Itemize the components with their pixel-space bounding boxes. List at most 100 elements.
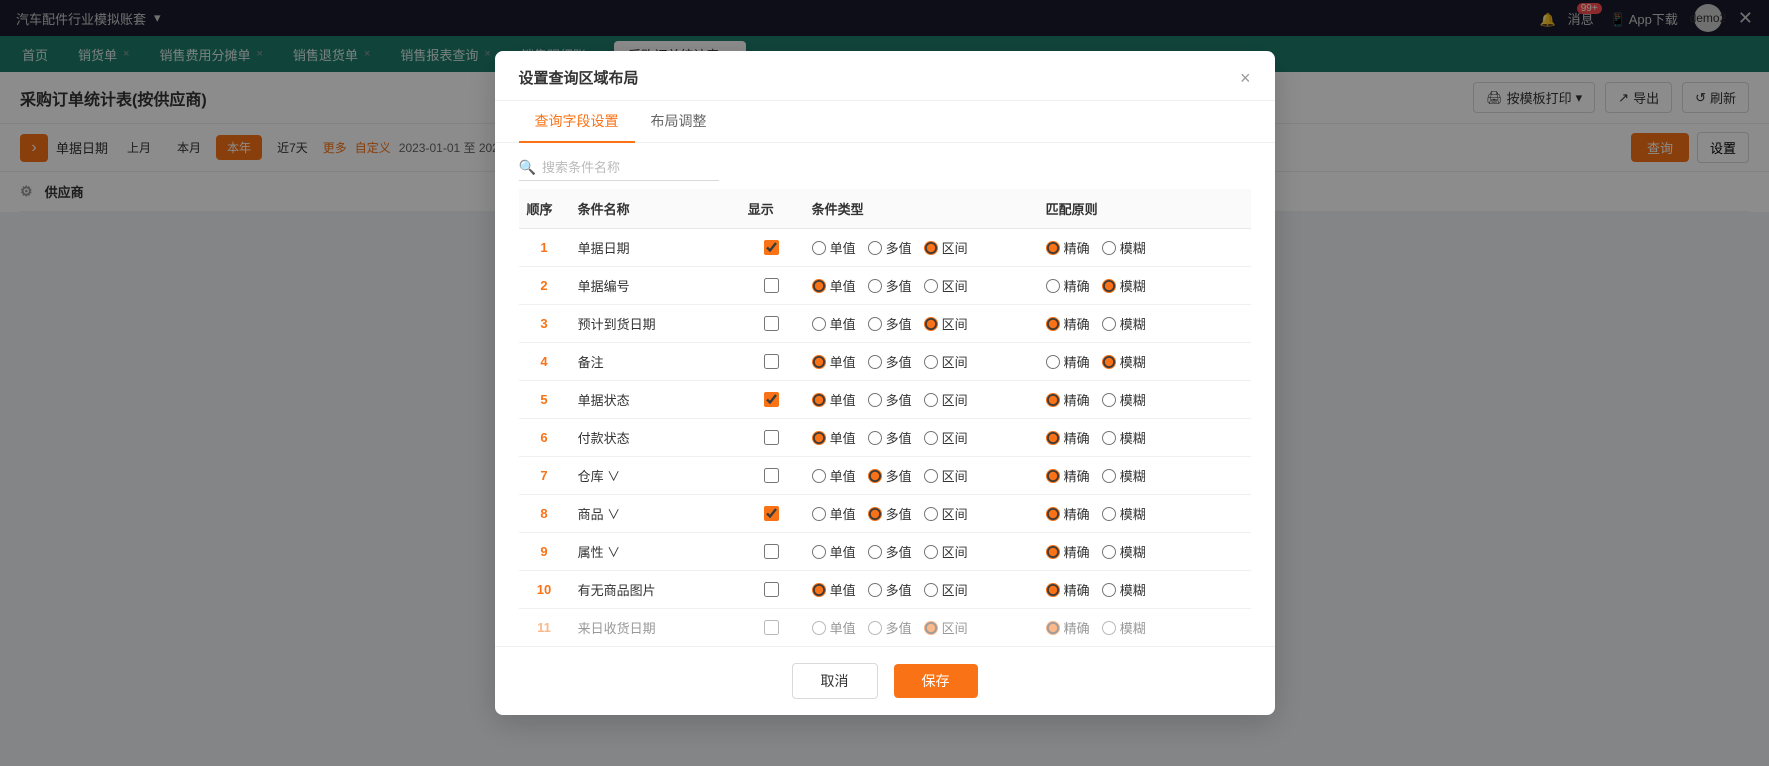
cell-name: 仓库 ∨ xyxy=(570,457,740,495)
cell-type: 单值多值区间 xyxy=(804,267,1038,305)
cell-name: 来日收货日期 xyxy=(570,609,740,647)
settings-dialog: 设置查询区域布局 × 查询字段设置 布局调整 🔍 顺序 xyxy=(495,51,1275,715)
order-number: 6 xyxy=(540,430,547,445)
type-radio-single-11[interactable]: 单值 xyxy=(812,618,856,637)
type-radio-multi-9[interactable]: 多值 xyxy=(868,542,912,561)
display-checkbox-4[interactable] xyxy=(764,354,779,369)
match-radio-exact-7[interactable]: 精确 xyxy=(1046,466,1090,485)
match-radio-exact-11[interactable]: 精确 xyxy=(1046,618,1090,637)
match-radio-exact-4[interactable]: 精确 xyxy=(1046,352,1090,371)
type-radio-multi-1[interactable]: 多值 xyxy=(868,238,912,257)
display-checkbox-10[interactable] xyxy=(764,582,779,597)
display-checkbox-2[interactable] xyxy=(764,278,779,293)
type-radio-range-11[interactable]: 区间 xyxy=(924,618,968,637)
match-radio-fuzzy-6[interactable]: 模糊 xyxy=(1102,428,1146,447)
type-radio-single-5[interactable]: 单值 xyxy=(812,390,856,409)
type-radio-range-8[interactable]: 区间 xyxy=(924,504,968,523)
type-radio-multi-4[interactable]: 多值 xyxy=(868,352,912,371)
table-row: 9属性 ∨单值多值区间精确模糊 xyxy=(519,533,1251,571)
type-radio-single-4[interactable]: 单值 xyxy=(812,352,856,371)
cell-display xyxy=(740,457,804,495)
type-radio-multi-8[interactable]: 多值 xyxy=(868,504,912,523)
type-radio-multi-3[interactable]: 多值 xyxy=(868,314,912,333)
type-radio-range-10[interactable]: 区间 xyxy=(924,580,968,599)
match-radio-exact-3[interactable]: 精确 xyxy=(1046,314,1090,333)
cell-name: 单据编号 xyxy=(570,267,740,305)
type-radio-multi-6[interactable]: 多值 xyxy=(868,428,912,447)
conditions-table: 顺序 条件名称 显示 条件类型 匹配原则 1单据日期单值多值区间精确模糊2单据编… xyxy=(519,189,1251,646)
display-checkbox-1[interactable] xyxy=(764,240,779,255)
cell-display xyxy=(740,343,804,381)
match-radio-fuzzy-1[interactable]: 模糊 xyxy=(1102,238,1146,257)
dialog-footer: 取消 保存 xyxy=(495,646,1275,715)
save-button[interactable]: 保存 xyxy=(894,664,978,698)
match-radio-fuzzy-10[interactable]: 模糊 xyxy=(1102,580,1146,599)
table-row: 10有无商品图片单值多值区间精确模糊 xyxy=(519,571,1251,609)
display-checkbox-3[interactable] xyxy=(764,316,779,331)
type-radio-range-7[interactable]: 区间 xyxy=(924,466,968,485)
type-radio-range-9[interactable]: 区间 xyxy=(924,542,968,561)
type-radio-single-10[interactable]: 单值 xyxy=(812,580,856,599)
type-radio-multi-5[interactable]: 多值 xyxy=(868,390,912,409)
match-radio-fuzzy-2[interactable]: 模糊 xyxy=(1102,276,1146,295)
dialog-header: 设置查询区域布局 × xyxy=(495,51,1275,101)
type-radio-single-7[interactable]: 单值 xyxy=(812,466,856,485)
table-row: 6付款状态单值多值区间精确模糊 xyxy=(519,419,1251,457)
match-radio-exact-8[interactable]: 精确 xyxy=(1046,504,1090,523)
type-radio-single-6[interactable]: 单值 xyxy=(812,428,856,447)
order-number: 2 xyxy=(540,278,547,293)
type-radio-single-2[interactable]: 单值 xyxy=(812,276,856,295)
tab-layout-adjust[interactable]: 布局调整 xyxy=(635,101,723,143)
cell-type: 单值多值区间 xyxy=(804,609,1038,647)
cell-match: 精确模糊 xyxy=(1038,495,1251,533)
match-radio-exact-6[interactable]: 精确 xyxy=(1046,428,1090,447)
type-radio-multi-2[interactable]: 多值 xyxy=(868,276,912,295)
match-radio-exact-9[interactable]: 精确 xyxy=(1046,542,1090,561)
order-number: 8 xyxy=(540,506,547,521)
type-radio-single-1[interactable]: 单值 xyxy=(812,238,856,257)
match-radio-fuzzy-8[interactable]: 模糊 xyxy=(1102,504,1146,523)
match-radio-exact-10[interactable]: 精确 xyxy=(1046,580,1090,599)
match-radio-exact-5[interactable]: 精确 xyxy=(1046,390,1090,409)
match-radio-fuzzy-9[interactable]: 模糊 xyxy=(1102,542,1146,561)
th-match: 匹配原则 xyxy=(1038,189,1251,229)
table-row: 1 单据日期 单值多值区间 精确模糊 xyxy=(519,229,1251,267)
table-row: 11来日收货日期单值多值区间精确模糊 xyxy=(519,609,1251,647)
match-radio-fuzzy-5[interactable]: 模糊 xyxy=(1102,390,1146,409)
order-number: 1 xyxy=(540,240,547,255)
display-checkbox-11[interactable] xyxy=(764,620,779,635)
tab-query-fields[interactable]: 查询字段设置 xyxy=(519,101,635,143)
display-checkbox-9[interactable] xyxy=(764,544,779,559)
cell-name: 预计到货日期 xyxy=(570,305,740,343)
type-radio-multi-7[interactable]: 多值 xyxy=(868,466,912,485)
cell-order: 1 xyxy=(519,229,570,267)
match-radio-fuzzy-4[interactable]: 模糊 xyxy=(1102,352,1146,371)
cell-display xyxy=(740,229,804,267)
match-radio-fuzzy-3[interactable]: 模糊 xyxy=(1102,314,1146,333)
display-checkbox-5[interactable] xyxy=(764,392,779,407)
type-radio-multi-11[interactable]: 多值 xyxy=(868,618,912,637)
match-radio-exact-1[interactable]: 精确 xyxy=(1046,238,1090,257)
search-input[interactable] xyxy=(542,160,702,175)
match-radio-fuzzy-7[interactable]: 模糊 xyxy=(1102,466,1146,485)
cell-display xyxy=(740,609,804,647)
type-radio-range-3[interactable]: 区间 xyxy=(924,314,968,333)
display-checkbox-7[interactable] xyxy=(764,468,779,483)
type-radio-range-1[interactable]: 区间 xyxy=(924,238,968,257)
type-radio-range-6[interactable]: 区间 xyxy=(924,428,968,447)
type-radio-single-9[interactable]: 单值 xyxy=(812,542,856,561)
type-radio-range-2[interactable]: 区间 xyxy=(924,276,968,295)
type-radio-range-4[interactable]: 区间 xyxy=(924,352,968,371)
display-checkbox-6[interactable] xyxy=(764,430,779,445)
dialog-close-button[interactable]: × xyxy=(1240,69,1251,87)
match-radio-exact-2[interactable]: 精确 xyxy=(1046,276,1090,295)
match-radio-fuzzy-11[interactable]: 模糊 xyxy=(1102,618,1146,637)
cancel-button[interactable]: 取消 xyxy=(792,663,878,699)
type-radio-single-8[interactable]: 单值 xyxy=(812,504,856,523)
type-radio-multi-10[interactable]: 多值 xyxy=(868,580,912,599)
type-radio-range-5[interactable]: 区间 xyxy=(924,390,968,409)
cell-name: 单据日期 xyxy=(570,229,740,267)
type-radio-single-3[interactable]: 单值 xyxy=(812,314,856,333)
dialog-table-wrap: 顺序 条件名称 显示 条件类型 匹配原则 1单据日期单值多值区间精确模糊2单据编… xyxy=(495,189,1275,646)
display-checkbox-8[interactable] xyxy=(764,506,779,521)
